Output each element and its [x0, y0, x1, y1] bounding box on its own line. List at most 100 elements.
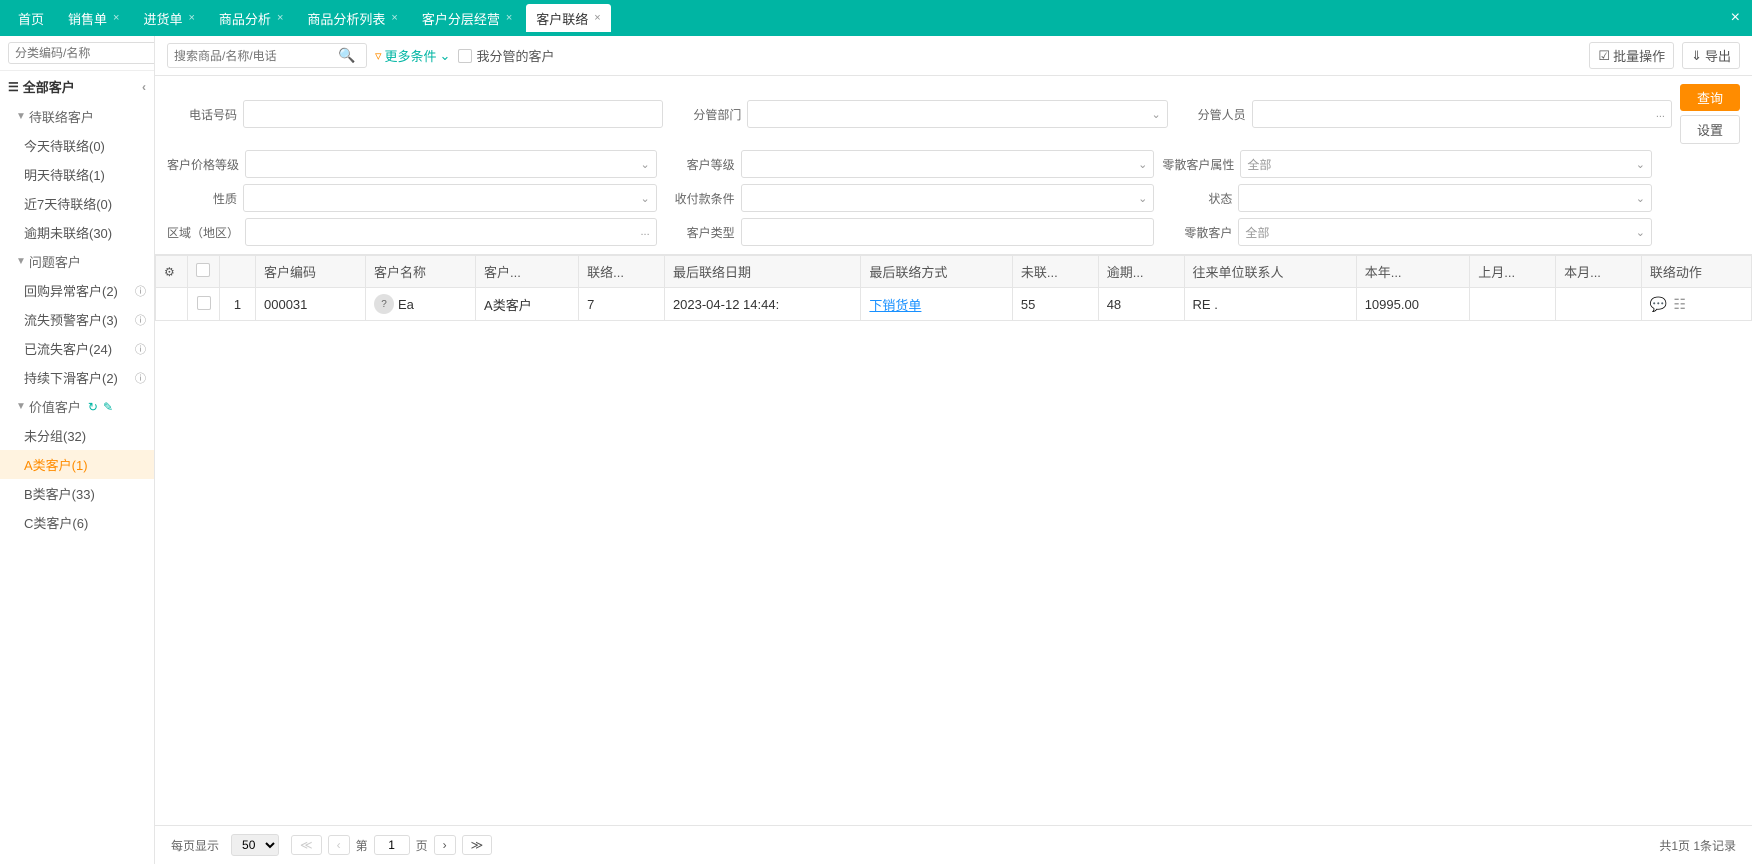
sidebar-collapse-btn[interactable]: ‹	[142, 80, 146, 94]
sidebar-item-overdue[interactable]: 逾期未联络(30)	[0, 218, 154, 247]
col-settings[interactable]: ⚙	[156, 256, 188, 288]
filter-person-dots: ...	[1656, 108, 1665, 120]
filter-search-box: 🔍	[167, 43, 367, 68]
filter-field-status: 状态 ⌄	[1162, 184, 1652, 212]
next-page-btn[interactable]: ›	[434, 835, 456, 855]
more-conditions-btn[interactable]: ▿ 更多条件 ⌄	[375, 46, 450, 65]
sidebar-problem-group[interactable]: ▼ 问题客户	[0, 247, 154, 276]
filter-field-retail-attr: 零散客户属性 全部 ⌄	[1162, 150, 1652, 178]
sidebar-item-tomorrow[interactable]: 明天待联络(1)	[0, 160, 154, 189]
action-contact-icon[interactable]: 💬	[1650, 296, 1667, 313]
churn-warning-help-icon[interactable]: ⓘ	[135, 312, 146, 328]
col-this-month[interactable]: 本月...	[1556, 256, 1642, 288]
sidebar-pending-group[interactable]: ▼ 待联络客户	[0, 102, 154, 131]
settings-btn[interactable]: 设置	[1680, 115, 1740, 144]
sidebar-item-today[interactable]: 今天待联络(0)	[0, 131, 154, 160]
sidebar-item-ungrouped[interactable]: 未分组(32)	[0, 421, 154, 450]
nav-close-all[interactable]: ×	[1727, 5, 1744, 31]
col-not-contacted[interactable]: 未联...	[1012, 256, 1098, 288]
query-btn[interactable]: 查询	[1680, 84, 1740, 111]
col-overdue[interactable]: 逾期...	[1098, 256, 1184, 288]
abnormal-help-icon[interactable]: ⓘ	[135, 283, 146, 299]
nav-home[interactable]: 首页	[8, 4, 54, 32]
filter-nature-input[interactable]: ⌄	[243, 184, 657, 212]
nav-customer-tier[interactable]: 客户分层经营 ×	[412, 4, 522, 32]
table-footer: 每页显示 50 ≪ ‹ 第 页 › ≫ 共1页 1条记录	[155, 825, 1752, 864]
filter-region-input[interactable]: ...	[245, 218, 657, 246]
sidebar-7days-label: 近7天待联络(0)	[24, 194, 112, 213]
nav-purchase-order-close[interactable]: ×	[188, 12, 194, 24]
filter-price-level-input[interactable]: ⌄	[245, 150, 657, 178]
nav-customer-tier-close[interactable]: ×	[506, 12, 512, 24]
row-checkbox[interactable]	[197, 296, 211, 310]
nav-sales-order[interactable]: 销售单 ×	[58, 4, 129, 32]
my-customers-checkbox[interactable]	[458, 49, 472, 63]
value-refresh-icon[interactable]: ↻	[88, 400, 98, 414]
churned-help-icon[interactable]: ⓘ	[135, 341, 146, 357]
filter-phone-input[interactable]	[243, 100, 663, 128]
nav-product-analysis[interactable]: 商品分析 ×	[209, 4, 293, 32]
col-last-month[interactable]: 上月...	[1470, 256, 1556, 288]
filter-retail-attr-label: 零散客户属性	[1162, 156, 1234, 173]
filter-person-input[interactable]: ...	[1252, 100, 1672, 128]
row-this-month-cell	[1556, 288, 1642, 321]
col-last-contact-method[interactable]: 最后联络方式	[861, 256, 1012, 288]
nav-sales-order-close[interactable]: ×	[113, 12, 119, 24]
filter-dept-input[interactable]: ⌄	[747, 100, 1167, 128]
col-customer-code[interactable]: 客户编码	[256, 256, 366, 288]
col-contact-person[interactable]: 往来单位联系人	[1184, 256, 1356, 288]
nav-purchase-order[interactable]: 进货单 ×	[133, 4, 204, 32]
per-page-label: 每页显示	[171, 837, 219, 854]
sidebar-declining-label: 持续下滑客户(2)	[24, 368, 118, 387]
sidebar-item-churned[interactable]: 已流失客户(24) ⓘ	[0, 334, 154, 363]
sidebar-item-7days[interactable]: 近7天待联络(0)	[0, 189, 154, 218]
sidebar-search-input[interactable]	[8, 42, 155, 64]
sidebar-search-area: 🔍	[0, 36, 154, 71]
sidebar-item-b-class[interactable]: B类客户(33)	[0, 479, 154, 508]
sidebar-today-label: 今天待联络(0)	[24, 136, 105, 155]
sidebar-item-abnormal[interactable]: 回购异常客户(2) ⓘ	[0, 276, 154, 305]
filter-customer-type-input[interactable]	[741, 218, 1155, 246]
col-this-year[interactable]: 本年...	[1356, 256, 1470, 288]
sidebar-value-group[interactable]: ▼ 价值客户 ↻ ✎	[0, 392, 154, 421]
nav-product-analysis-close[interactable]: ×	[277, 12, 283, 24]
col-checkbox[interactable]	[188, 256, 220, 288]
nav-customer-contact-close[interactable]: ×	[594, 12, 600, 24]
nav-customer-contact[interactable]: 客户联络 ×	[526, 4, 610, 32]
last-page-btn[interactable]: ≫	[462, 835, 493, 855]
col-contact-count[interactable]: 联络...	[579, 256, 665, 288]
nav-product-analysis-list[interactable]: 商品分析列表 ×	[297, 4, 407, 32]
action-qr-icon[interactable]: ☷	[1673, 296, 1686, 313]
sidebar-item-declining[interactable]: 持续下滑客户(2) ⓘ	[0, 363, 154, 392]
col-customer-type[interactable]: 客户...	[476, 256, 579, 288]
filter-search-icon[interactable]: 🔍	[338, 47, 355, 64]
col-customer-type-label: 客户...	[484, 265, 521, 280]
filter-customer-level-input[interactable]: ⌄	[741, 150, 1155, 178]
filter-search-input[interactable]	[174, 49, 334, 63]
sidebar-tomorrow-label: 明天待联络(1)	[24, 165, 105, 184]
declining-help-icon[interactable]: ⓘ	[135, 370, 146, 386]
filter-payment-input[interactable]: ⌄	[741, 184, 1155, 212]
col-customer-name[interactable]: 客户名称	[366, 256, 476, 288]
sidebar-item-c-class[interactable]: C类客户(6)	[0, 508, 154, 537]
filter-field-phone: 电话号码	[167, 100, 663, 128]
per-page-select[interactable]: 50	[231, 834, 279, 856]
filter-status-input[interactable]: ⌄	[1238, 184, 1652, 212]
my-customers-filter[interactable]: 我分管的客户	[458, 46, 554, 65]
batch-op-btn[interactable]: ☑ 批量操作	[1589, 42, 1674, 69]
value-edit-icon[interactable]: ✎	[103, 400, 113, 414]
export-btn[interactable]: ⇓ 导出	[1682, 42, 1740, 69]
col-last-contact-date[interactable]: 最后联络日期	[664, 256, 860, 288]
nav-product-analysis-list-close[interactable]: ×	[391, 12, 397, 24]
sidebar-item-a-class[interactable]: A类客户(1)	[0, 450, 154, 479]
filter-retail-attr-input[interactable]: 全部 ⌄	[1240, 150, 1652, 178]
header-checkbox[interactable]	[196, 263, 210, 277]
filter-retail-customer-input[interactable]: 全部 ⌄	[1238, 218, 1652, 246]
first-page-btn[interactable]: ≪	[291, 835, 322, 855]
row-last-contact-method[interactable]: 下销货单	[869, 298, 921, 313]
prev-page-btn[interactable]: ‹	[328, 835, 350, 855]
sidebar-item-churn-warning[interactable]: 流失预警客户(3) ⓘ	[0, 305, 154, 334]
page-input[interactable]	[374, 835, 410, 855]
sidebar-all-customers[interactable]: ☰ 全部客户 ‹	[0, 71, 154, 102]
row-checkbox-cell[interactable]	[188, 288, 220, 321]
